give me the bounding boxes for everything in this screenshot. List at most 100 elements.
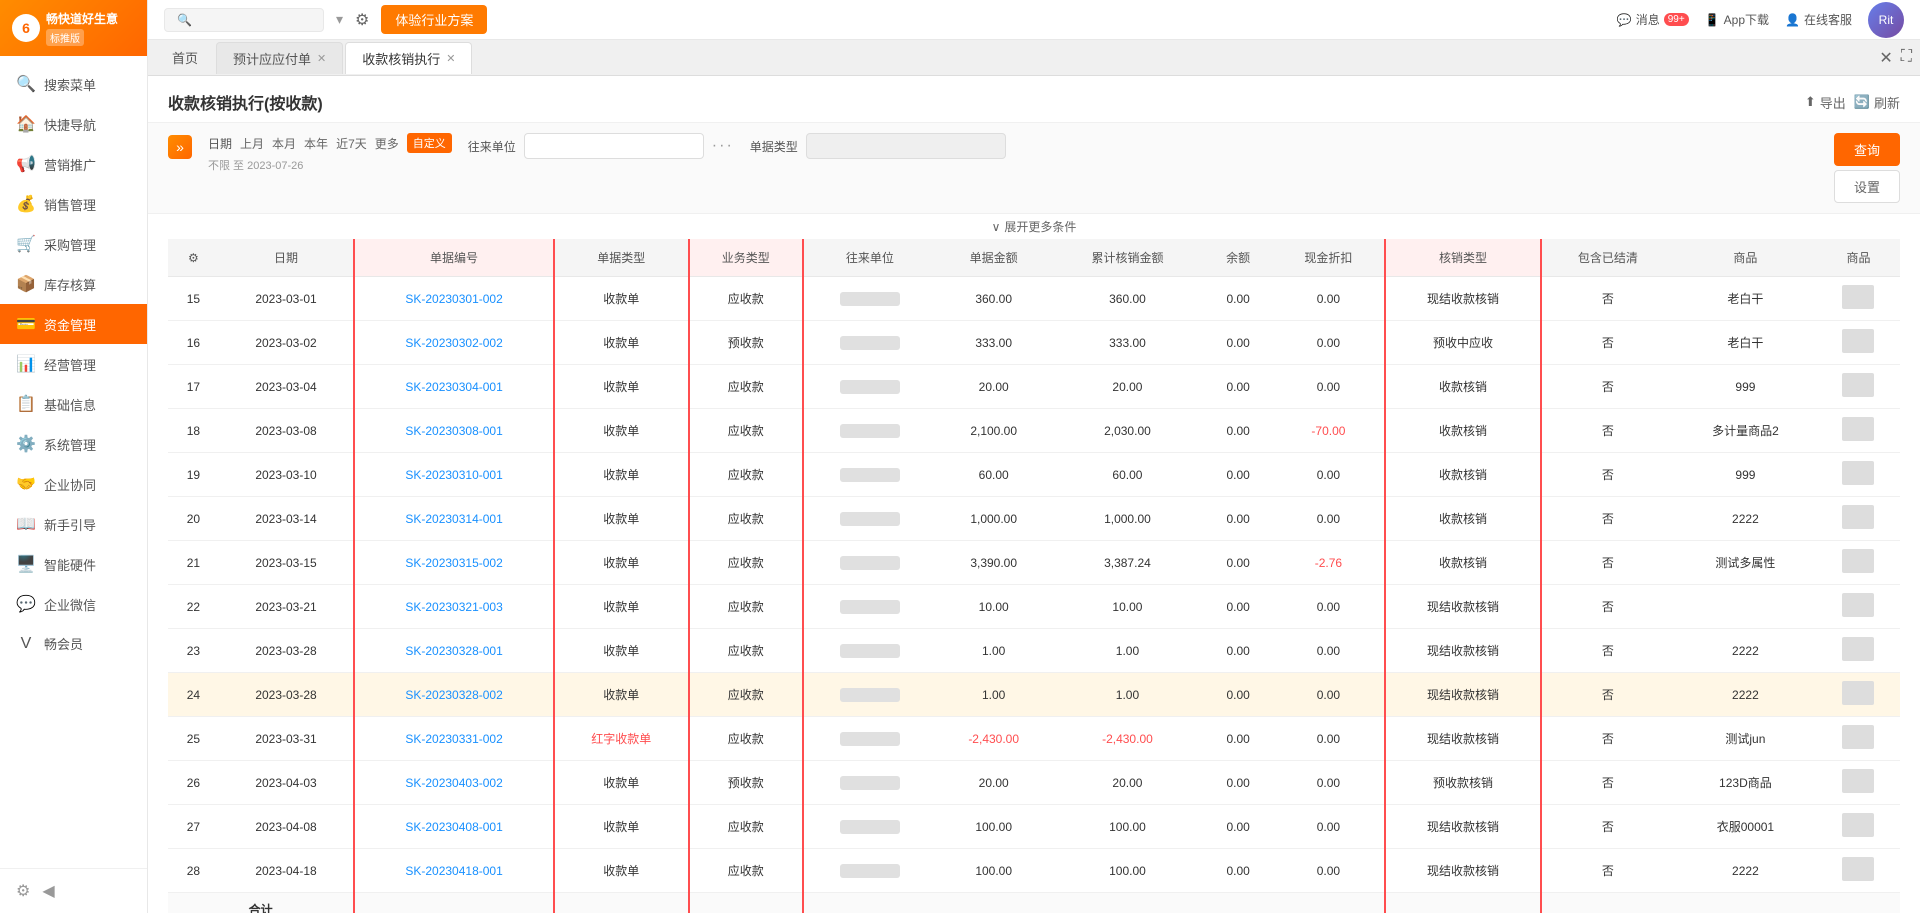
sidebar-item-wechat[interactable]: 💬 企业微信 xyxy=(0,584,147,624)
export-button[interactable]: ⬆ 导出 xyxy=(1805,93,1846,112)
sidebar-item-guide[interactable]: 📖 新手引导 xyxy=(0,504,147,544)
col-doc-no[interactable]: 单据编号 xyxy=(354,239,554,277)
doc-no-link[interactable]: SK-20230321-003 xyxy=(405,600,502,614)
settings-footer-icon[interactable]: ⚙ xyxy=(16,881,30,901)
col-writeoff-type[interactable]: 核销类型 xyxy=(1385,239,1541,277)
refresh-button[interactable]: 🔄 刷新 xyxy=(1854,93,1900,112)
filter-this-year[interactable]: 本年 xyxy=(304,135,328,152)
col-biz-type[interactable]: 业务类型 xyxy=(689,239,803,277)
tab-receivable-writeoff[interactable]: 收款核销执行 ✕ xyxy=(345,42,472,74)
row-doc-type: 收款单 xyxy=(554,585,689,629)
row-doc-no[interactable]: SK-20230408-001 xyxy=(354,805,554,849)
row-doc-no[interactable]: SK-20230304-001 xyxy=(354,365,554,409)
tab-pending-payables[interactable]: 预计应应付单 ✕ xyxy=(216,42,343,74)
sidebar-item-sales[interactable]: 💰 销售管理 xyxy=(0,184,147,224)
service-icon: 👤 xyxy=(1785,13,1800,27)
sidebar-item-hardware[interactable]: 🖥️ 智能硬件 xyxy=(0,544,147,584)
row-date: 2023-03-31 xyxy=(219,717,355,761)
doc-no-link[interactable]: SK-20230328-001 xyxy=(405,644,502,658)
sidebar-item-inventory[interactable]: 📦 库存核算 xyxy=(0,264,147,304)
doc-no-link[interactable]: SK-20230315-002 xyxy=(405,556,502,570)
table-row: 202023-03-14SK-20230314-001收款单应收款██████1… xyxy=(168,497,1900,541)
doc-no-link[interactable]: SK-20230301-002 xyxy=(405,292,502,306)
col-doc-type[interactable]: 单据类型 xyxy=(554,239,689,277)
doc-no-link[interactable]: SK-20230403-002 xyxy=(405,776,502,790)
close-all-tabs-icon[interactable]: ✕ xyxy=(1879,48,1892,68)
doc-no-link[interactable]: SK-20230308-001 xyxy=(405,424,502,438)
col-writeoff-amount[interactable]: 累计核销金额 xyxy=(1051,239,1203,277)
doc-no-link[interactable]: SK-20230304-001 xyxy=(405,380,502,394)
sidebar-item-finance[interactable]: 💳 资金管理 xyxy=(0,304,147,344)
online-service-group[interactable]: 👤 在线客服 xyxy=(1785,11,1852,28)
doc-no-link[interactable]: SK-20230314-001 xyxy=(405,512,502,526)
sidebar-item-enterprise[interactable]: 🤝 企业协同 xyxy=(0,464,147,504)
topbar-search-box[interactable]: 🔍 xyxy=(164,8,324,32)
row-doc-no[interactable]: SK-20230403-002 xyxy=(354,761,554,805)
sidebar-item-basic[interactable]: 📋 基础信息 xyxy=(0,384,147,424)
row-doc-no[interactable]: SK-20230315-002 xyxy=(354,541,554,585)
col-date[interactable]: 日期 xyxy=(219,239,355,277)
col-goods2[interactable]: 商品 xyxy=(1817,239,1900,277)
filter-party-input[interactable] xyxy=(524,133,704,159)
maximize-icon[interactable]: ⛶ xyxy=(1901,48,1912,68)
collapse-icon[interactable]: ◀ xyxy=(42,881,54,901)
party-blurred-text: ██████ xyxy=(840,600,900,614)
doc-no-link[interactable]: SK-20230418-001 xyxy=(405,864,502,878)
sidebar-item-system[interactable]: ⚙️ 系统管理 xyxy=(0,424,147,464)
filter-custom-button[interactable]: 自定义 xyxy=(407,133,452,153)
filter-toggle-button[interactable]: » xyxy=(168,135,192,159)
sidebar-item-purchase[interactable]: 🛒 采购管理 xyxy=(0,224,147,264)
col-amount[interactable]: 单据金额 xyxy=(936,239,1051,277)
goods-thumbnail xyxy=(1842,857,1874,881)
messages-group[interactable]: 💬 消息 99+ xyxy=(1617,11,1689,28)
col-gear[interactable]: ⚙ xyxy=(168,239,219,277)
col-balance[interactable]: 余额 xyxy=(1204,239,1273,277)
row-biz-type: 应收款 xyxy=(689,277,803,321)
row-doc-no[interactable]: SK-20230314-001 xyxy=(354,497,554,541)
row-doc-no[interactable]: SK-20230310-001 xyxy=(354,453,554,497)
filter-settings-button[interactable]: 设置 xyxy=(1834,170,1900,203)
dropdown-arrow-icon[interactable]: ▾ xyxy=(336,11,343,28)
industry-solution-button[interactable]: 体验行业方案 xyxy=(381,5,487,34)
expand-more-button[interactable]: ∨ 展开更多条件 xyxy=(148,214,1920,239)
row-doc-no[interactable]: SK-20230301-002 xyxy=(354,277,554,321)
doc-no-link[interactable]: SK-20230331-002 xyxy=(405,732,502,746)
filter-query-button[interactable]: 查询 xyxy=(1834,133,1900,166)
row-doc-no[interactable]: SK-20230308-001 xyxy=(354,409,554,453)
row-amount: 1.00 xyxy=(936,673,1051,717)
tab-home[interactable]: 首页 xyxy=(156,42,214,73)
row-doc-no[interactable]: SK-20230328-002 xyxy=(354,673,554,717)
settings-gear-icon[interactable]: ⚙ xyxy=(355,10,369,30)
filter-doctype-select[interactable] xyxy=(806,133,1006,159)
filter-7-days[interactable]: 近7天 xyxy=(336,135,367,152)
row-doc-no[interactable]: SK-20230418-001 xyxy=(354,849,554,893)
doc-no-link[interactable]: SK-20230408-001 xyxy=(405,820,502,834)
doc-no-link[interactable]: SK-20230328-002 xyxy=(405,688,502,702)
col-include-settled[interactable]: 包含已结清 xyxy=(1541,239,1674,277)
doc-no-link[interactable]: SK-20230302-002 xyxy=(405,336,502,350)
sidebar-item-operations[interactable]: 📊 经营管理 xyxy=(0,344,147,384)
row-doc-no[interactable]: SK-20230331-002 xyxy=(354,717,554,761)
tab-close-writeoff[interactable]: ✕ xyxy=(446,52,455,65)
row-goods: 测试多属性 xyxy=(1674,541,1817,585)
row-doc-no[interactable]: SK-20230321-003 xyxy=(354,585,554,629)
row-writeoff-amount: 100.00 xyxy=(1051,805,1203,849)
sidebar-item-quick-nav[interactable]: 🏠 快捷导航 xyxy=(0,104,147,144)
filter-more-options-icon[interactable]: ··· xyxy=(712,137,734,155)
sidebar-item-search[interactable]: 🔍 搜索菜单 xyxy=(0,64,147,104)
app-download-group[interactable]: 📱 App下载 xyxy=(1705,11,1769,28)
filter-last-month[interactable]: 上月 xyxy=(240,135,264,152)
row-doc-no[interactable]: SK-20230302-002 xyxy=(354,321,554,365)
row-doc-no[interactable]: SK-20230328-001 xyxy=(354,629,554,673)
col-cash-discount[interactable]: 现金折扣 xyxy=(1273,239,1385,277)
col-goods[interactable]: 商品 xyxy=(1674,239,1817,277)
sidebar-item-marketing[interactable]: 📢 营销推广 xyxy=(0,144,147,184)
avatar[interactable]: Rit xyxy=(1868,2,1904,38)
filter-more[interactable]: 更多 xyxy=(375,135,399,152)
col-party[interactable]: 往来单位 xyxy=(803,239,936,277)
sidebar-item-member[interactable]: V 畅会员 xyxy=(0,624,147,663)
tab-close-pending[interactable]: ✕ xyxy=(317,52,326,65)
row-goods-thumb xyxy=(1817,453,1900,497)
doc-no-link[interactable]: SK-20230310-001 xyxy=(405,468,502,482)
filter-this-month[interactable]: 本月 xyxy=(272,135,296,152)
